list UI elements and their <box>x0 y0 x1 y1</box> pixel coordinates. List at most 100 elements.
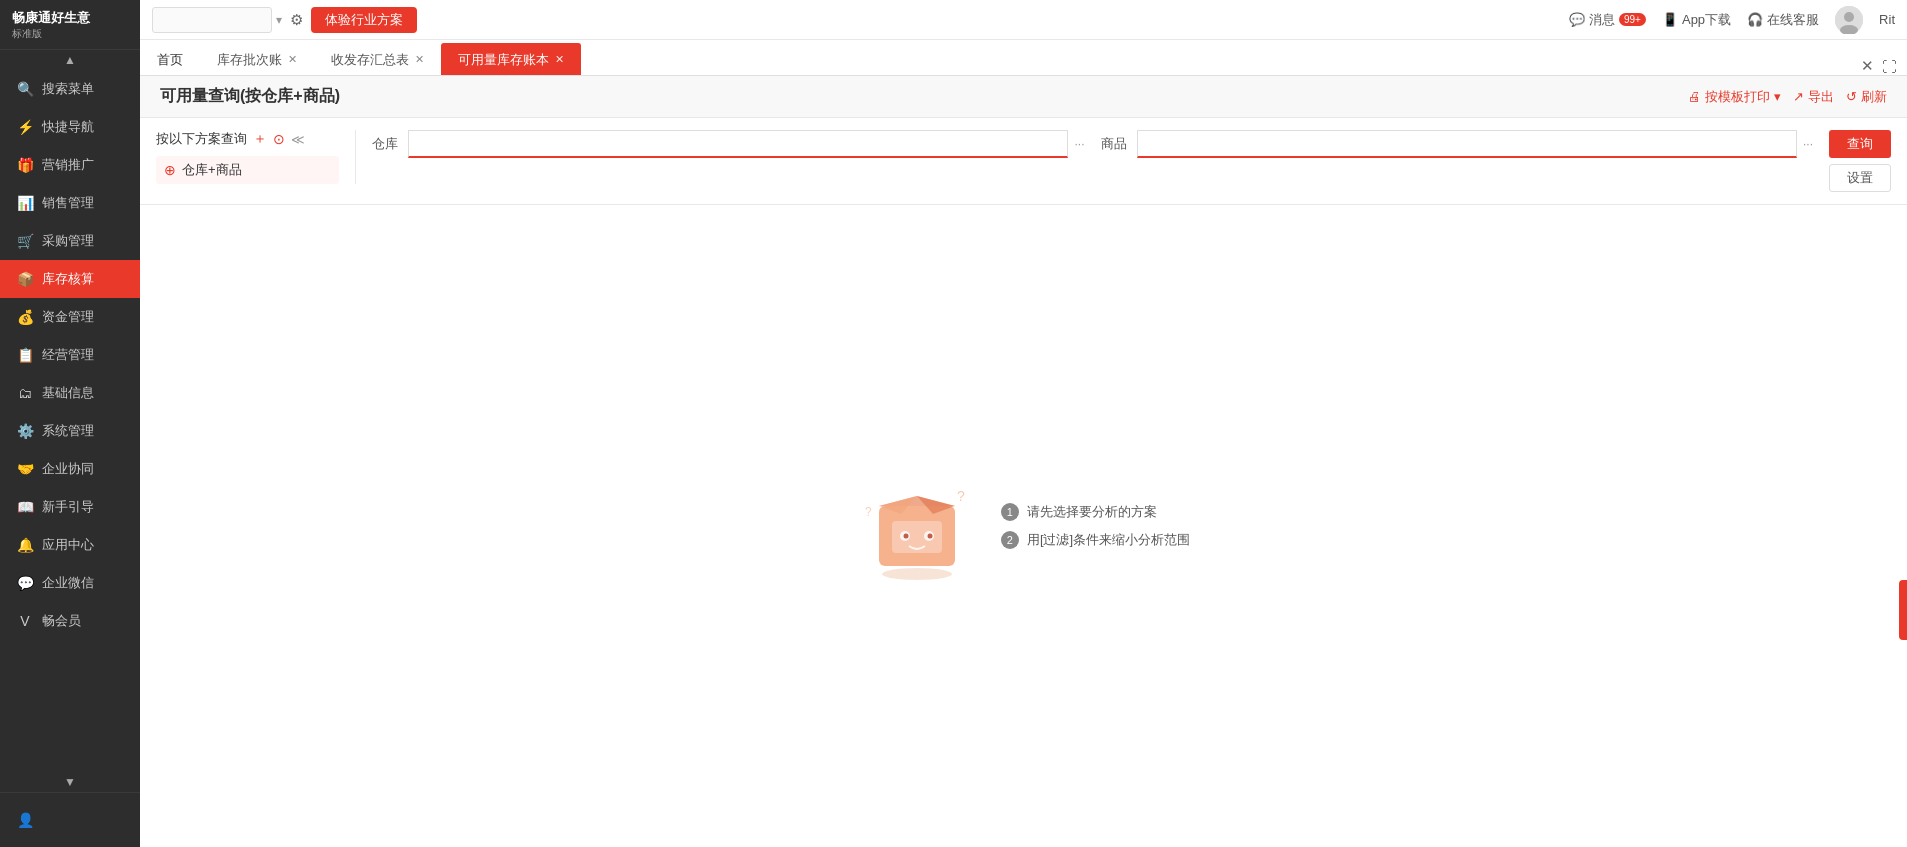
app-title: 畅康通好生意 <box>12 10 128 27</box>
sidebar-item-vip[interactable]: V 畅会员 <box>0 602 140 640</box>
close-tab-button[interactable]: ✕ <box>1861 57 1874 75</box>
sidebar-item-basic-info[interactable]: 🗂 基础信息 <box>0 374 140 412</box>
sidebar-item-label: 营销推广 <box>42 156 94 174</box>
empty-illustration: ? ? <box>857 466 977 586</box>
export-label: 导出 <box>1808 88 1834 106</box>
tab-close-icon[interactable]: ✕ <box>288 53 297 66</box>
export-icon: ↗ <box>1793 89 1804 104</box>
online-service-button[interactable]: 🎧 在线客服 <box>1747 11 1819 29</box>
export-button[interactable]: ↗ 导出 <box>1793 88 1834 106</box>
sidebar-item-inventory[interactable]: 📦 库存核算 <box>0 260 140 298</box>
gear-icon: ⚙️ <box>16 422 34 440</box>
sidebar-item-shortcut[interactable]: ⚡ 快捷导航 <box>0 108 140 146</box>
sidebar-item-label: 搜索菜单 <box>42 80 94 98</box>
sidebar-item-sales[interactable]: 📊 销售管理 <box>0 184 140 222</box>
sidebar-item-label: 采购管理 <box>42 232 94 250</box>
settings-button[interactable]: 设置 <box>1829 164 1891 192</box>
page-content: 可用量查询(按仓库+商品) 🖨 按模板打印 ▾ ↗ 导出 ↺ 刷新 <box>140 76 1907 847</box>
topbar: ▾ ⚙ 体验行业方案 💬 消息 99+ 📱 App下载 🎧 在线客服 <box>140 0 1907 40</box>
refresh-button[interactable]: ↺ 刷新 <box>1846 88 1887 106</box>
money-icon: 💰 <box>16 308 34 326</box>
scheme-item-warehouse-product[interactable]: ⊕ 仓库+商品 <box>156 156 339 184</box>
sidebar-menu: 🔍 搜索菜单 ⚡ 快捷导航 🎁 营销推广 📊 销售管理 🛒 采购管理 📦 库存核… <box>0 70 140 772</box>
tab-home[interactable]: 首页 <box>140 43 200 75</box>
collapse-icon[interactable]: ≪ <box>291 132 305 147</box>
sidebar-item-marketing[interactable]: 🎁 营销推广 <box>0 146 140 184</box>
settings-icon[interactable]: ⚙ <box>290 11 303 29</box>
tab-close-icon[interactable]: ✕ <box>415 53 424 66</box>
printer-icon: 🖨 <box>1688 89 1701 104</box>
tip-num-2: 2 <box>1001 531 1019 549</box>
sidebar-item-enterprise[interactable]: 🤝 企业协同 <box>0 450 140 488</box>
folder-icon: 🗂 <box>16 384 34 402</box>
sidebar-item-operations[interactable]: 📋 经营管理 <box>0 336 140 374</box>
tab-receive-summary[interactable]: 收发存汇总表 ✕ <box>314 43 441 75</box>
book-icon: 📖 <box>16 498 34 516</box>
sidebar-item-weapp[interactable]: 💬 企业微信 <box>0 564 140 602</box>
svg-text:?: ? <box>865 505 872 519</box>
product-more-icon[interactable]: ··· <box>1803 137 1813 151</box>
sidebar-item-search[interactable]: 🔍 搜索菜单 <box>0 70 140 108</box>
query-button[interactable]: 查询 <box>1829 130 1891 158</box>
warehouse-input[interactable] <box>408 130 1068 158</box>
add-scheme-icon[interactable]: ＋ <box>253 130 267 148</box>
right-scroll-handle[interactable] <box>1899 580 1907 640</box>
svg-point-3 <box>882 568 952 580</box>
expand-tab-button[interactable]: ⛶ <box>1882 58 1897 75</box>
settings-scheme-icon[interactable]: ⊙ <box>273 131 285 147</box>
tip-text-1: 请先选择要分析的方案 <box>1027 503 1157 521</box>
warehouse-more-icon[interactable]: ··· <box>1074 137 1084 151</box>
chevron-down-icon[interactable]: ▾ <box>276 13 282 27</box>
topbar-right-area: 💬 消息 99+ 📱 App下载 🎧 在线客服 Rit <box>1569 6 1895 34</box>
sidebar-item-label: 销售管理 <box>42 194 94 212</box>
sidebar-item-purchase[interactable]: 🛒 采购管理 <box>0 222 140 260</box>
tabbar: 首页 库存批次账 ✕ 收发存汇总表 ✕ 可用量库存账本 ✕ ✕ ⛶ <box>140 40 1907 76</box>
print-template-button[interactable]: 🖨 按模板打印 ▾ <box>1688 88 1781 106</box>
tip-text-2: 用[过滤]条件来缩小分析范围 <box>1027 531 1190 549</box>
topbar-search-input[interactable] <box>152 7 272 33</box>
person-icon: 👤 <box>16 811 34 829</box>
app-download-button[interactable]: 📱 App下载 <box>1662 11 1731 29</box>
page-title: 可用量查询(按仓库+商品) <box>160 86 340 107</box>
main-area: ▾ ⚙ 体验行业方案 💬 消息 99+ 📱 App下载 🎧 在线客服 <box>140 0 1907 847</box>
trial-industry-button[interactable]: 体验行业方案 <box>311 7 417 33</box>
sidebar-item-label: 应用中心 <box>42 536 94 554</box>
vip-icon: V <box>16 612 34 630</box>
chart-icon: 📊 <box>16 194 34 212</box>
tab-batch-ledger-label: 库存批次账 <box>217 51 282 69</box>
avatar <box>1835 6 1863 34</box>
lightning-icon: ⚡ <box>16 118 34 136</box>
clipboard-icon: 📋 <box>16 346 34 364</box>
sidebar-item-appcenter[interactable]: 🔔 应用中心 <box>0 526 140 564</box>
tab-available-qty-label: 可用量库存账本 <box>458 51 549 69</box>
page-header: 可用量查询(按仓库+商品) 🖨 按模板打印 ▾ ↗ 导出 ↺ 刷新 <box>140 76 1907 118</box>
sidebar-scroll-up[interactable]: ▲ <box>0 50 140 70</box>
sidebar-bottom-item[interactable]: 👤 <box>0 801 140 839</box>
svg-text:?: ? <box>957 488 965 504</box>
app-subtitle: 标准版 <box>12 27 128 41</box>
filter-scheme-panel: 按以下方案查询 ＋ ⊙ ≪ ⊕ 仓库+商品 <box>156 130 356 184</box>
sidebar-item-onboarding[interactable]: 📖 新手引导 <box>0 488 140 526</box>
phone-icon: 📱 <box>1662 12 1678 27</box>
filter-fields: 仓库 ··· 商品 ··· <box>372 130 1813 158</box>
sidebar-item-system[interactable]: ⚙️ 系统管理 <box>0 412 140 450</box>
sidebar-item-label: 企业微信 <box>42 574 94 592</box>
sidebar-item-finance[interactable]: 💰 资金管理 <box>0 298 140 336</box>
sidebar-item-label: 资金管理 <box>42 308 94 326</box>
headset-icon: 🎧 <box>1747 12 1763 27</box>
scheme-item-label: 仓库+商品 <box>182 161 242 179</box>
svg-point-1 <box>1844 12 1854 22</box>
bell-icon: 🔔 <box>16 536 34 554</box>
messages-button[interactable]: 💬 消息 99+ <box>1569 11 1646 29</box>
tab-available-qty[interactable]: 可用量库存账本 ✕ <box>441 43 581 75</box>
sidebar-scroll-down[interactable]: ▼ <box>0 772 140 792</box>
sidebar-item-label: 库存核算 <box>42 270 94 288</box>
product-input[interactable] <box>1137 130 1797 158</box>
empty-tip-1: 1 请先选择要分析的方案 <box>1001 503 1190 521</box>
online-service-label: 在线客服 <box>1767 11 1819 29</box>
tab-batch-ledger[interactable]: 库存批次账 ✕ <box>200 43 314 75</box>
tab-close-icon[interactable]: ✕ <box>555 53 564 66</box>
search-icon: 🔍 <box>16 80 34 98</box>
scheme-icon: ⊕ <box>164 162 176 178</box>
username-label[interactable]: Rit <box>1879 12 1895 27</box>
